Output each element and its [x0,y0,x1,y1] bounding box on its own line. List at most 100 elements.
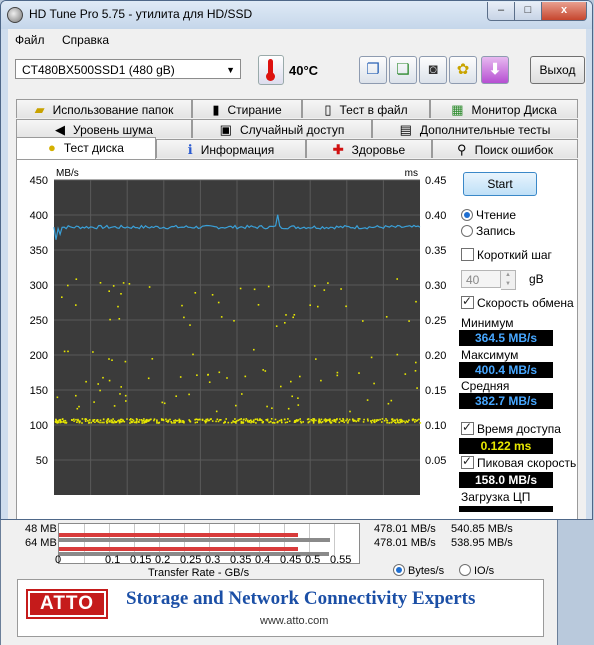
atto-banner[interactable]: ATTO Storage and Network Connectivity Ex… [17,579,544,637]
tab-information[interactable]: ℹ Информация [156,139,306,158]
access-time-point [73,420,75,422]
access-time-point [201,418,204,421]
copy-results-button[interactable]: ❏ [389,56,417,84]
options-button[interactable]: ✿ [449,56,477,84]
read-radio[interactable]: Чтение [461,208,516,222]
tab-disk-test[interactable]: ● Тест диска [16,137,156,159]
tab-health[interactable]: ✚ Здоровье [306,139,432,158]
y-right-tick: 0.05 [425,455,446,467]
access-time-point [383,419,386,422]
access-time-point [81,418,84,420]
cpu-usage-bar [459,506,553,512]
access-time-point [284,322,286,324]
drive-select[interactable]: CT480BX500SSD1 (480 gB) ▼ [15,59,241,79]
access-time-point [252,421,254,423]
access-time-point [242,421,245,424]
access-time-point [374,419,376,421]
access-time-point [211,294,214,296]
screenshot-button[interactable]: ◙ [419,56,447,84]
access-time-point [352,418,354,420]
atto-row-label-48: 48 MB [25,523,57,535]
access-time-point [358,372,360,374]
access-time-point [366,399,369,401]
access-time-point [117,305,119,308]
short-step-input[interactable]: 40 [461,270,501,288]
access-time-point [156,419,158,421]
atto-read-64: 538.95 MB/s [451,537,513,549]
access-time-point [57,421,59,424]
access-time-point [325,419,328,421]
close-button[interactable]: x [541,2,587,21]
checkbox-icon [461,420,474,435]
radio-dot-icon [459,564,471,576]
access-time-point [143,418,145,420]
start-button[interactable]: Start [463,172,537,196]
access-time-point [253,288,256,291]
access-time-point [272,421,275,424]
tab-extra-tests[interactable]: ▤ Дополнительные тесты [372,119,578,138]
window-title: HD Tune Pro 5.75 - утилита для HD/SSD [29,7,253,21]
access-time-point [390,399,393,402]
bytes-per-second-radio[interactable]: Bytes/s [393,564,444,577]
title-bar[interactable]: HD Tune Pro 5.75 - утилита для HD/SSD – … [1,1,592,29]
access-time-point [234,421,237,423]
tab-erase[interactable]: ▮ Стирание [192,99,302,118]
access-time-checkbox[interactable]: Время доступа [461,420,561,436]
burst-rate-checkbox[interactable]: Пиковая скорость [461,454,576,470]
access-time-point [175,395,177,397]
access-time-point [414,419,416,421]
access-time-point [112,418,114,420]
access-time-point [370,356,373,359]
transfer-rate-checkbox[interactable]: Скорость обмена [461,294,574,310]
access-time-point [396,353,399,356]
access-time-point [370,420,372,422]
access-time-point [415,420,418,422]
tab-error-scan[interactable]: ⚲ Поиск ошибок [432,139,578,158]
exit-button[interactable]: Выход [530,56,585,84]
menu-file[interactable]: Файл [15,33,45,47]
save-button[interactable]: ⬇ [481,56,509,84]
y-left-tick: 400 [30,210,48,222]
access-time-point [366,418,369,420]
y-right-tick: 0.35 [425,245,446,257]
tab-disk-monitor[interactable]: ▦ Монитор Диска [430,99,578,118]
tab-folder-usage[interactable]: ▰ Использование папок [16,99,192,118]
hdtune-window: HD Tune Pro 5.75 - утилита для HD/SSD – … [0,0,593,520]
access-time-point [404,373,407,375]
io-label: IO/s [474,565,495,577]
max-label: Максимум [461,348,519,362]
tab-noise-level[interactable]: ◀ Уровень шума [16,119,192,138]
atto-x-tick: 0.3 [205,554,221,566]
access-time-point [262,421,264,423]
atto-grid-line [84,524,85,563]
copy-info-button[interactable]: ❐ [359,56,387,84]
checkbox-icon [461,454,474,469]
write-radio[interactable]: Запись [461,224,515,238]
radio-dot-icon [461,209,473,221]
step-spinner[interactable]: ▲ ▼ [501,270,516,290]
access-time-point [406,421,409,423]
access-time-point [239,287,242,290]
access-time-point [302,421,304,423]
maximize-button[interactable]: □ [514,2,542,21]
menu-help[interactable]: Справка [62,33,109,47]
tab-random-access[interactable]: ▣ Случайный доступ [192,119,372,138]
access-time-point [92,351,94,353]
access-time-point [292,316,294,319]
access-time-point [218,419,221,421]
access-time-point [393,419,396,421]
drive-select-value: CT480BX500SSD1 (480 gB) [22,63,175,77]
access-time-point [97,383,99,385]
tab-file-benchmark[interactable]: ▯ Тест в файл [302,99,430,118]
access-time-point [396,278,398,280]
access-time-point [133,421,136,424]
access-time-point [268,421,270,424]
minimize-button[interactable]: – [487,2,515,21]
short-step-checkbox[interactable]: Короткий шаг [461,248,552,262]
access-time-point [348,418,351,421]
access-time-point [194,418,196,421]
atto-url[interactable]: www.atto.com [260,615,328,627]
io-per-second-radio[interactable]: IO/s [459,564,494,577]
access-time-point [329,421,332,424]
temperature-value: 40°C [289,63,319,78]
